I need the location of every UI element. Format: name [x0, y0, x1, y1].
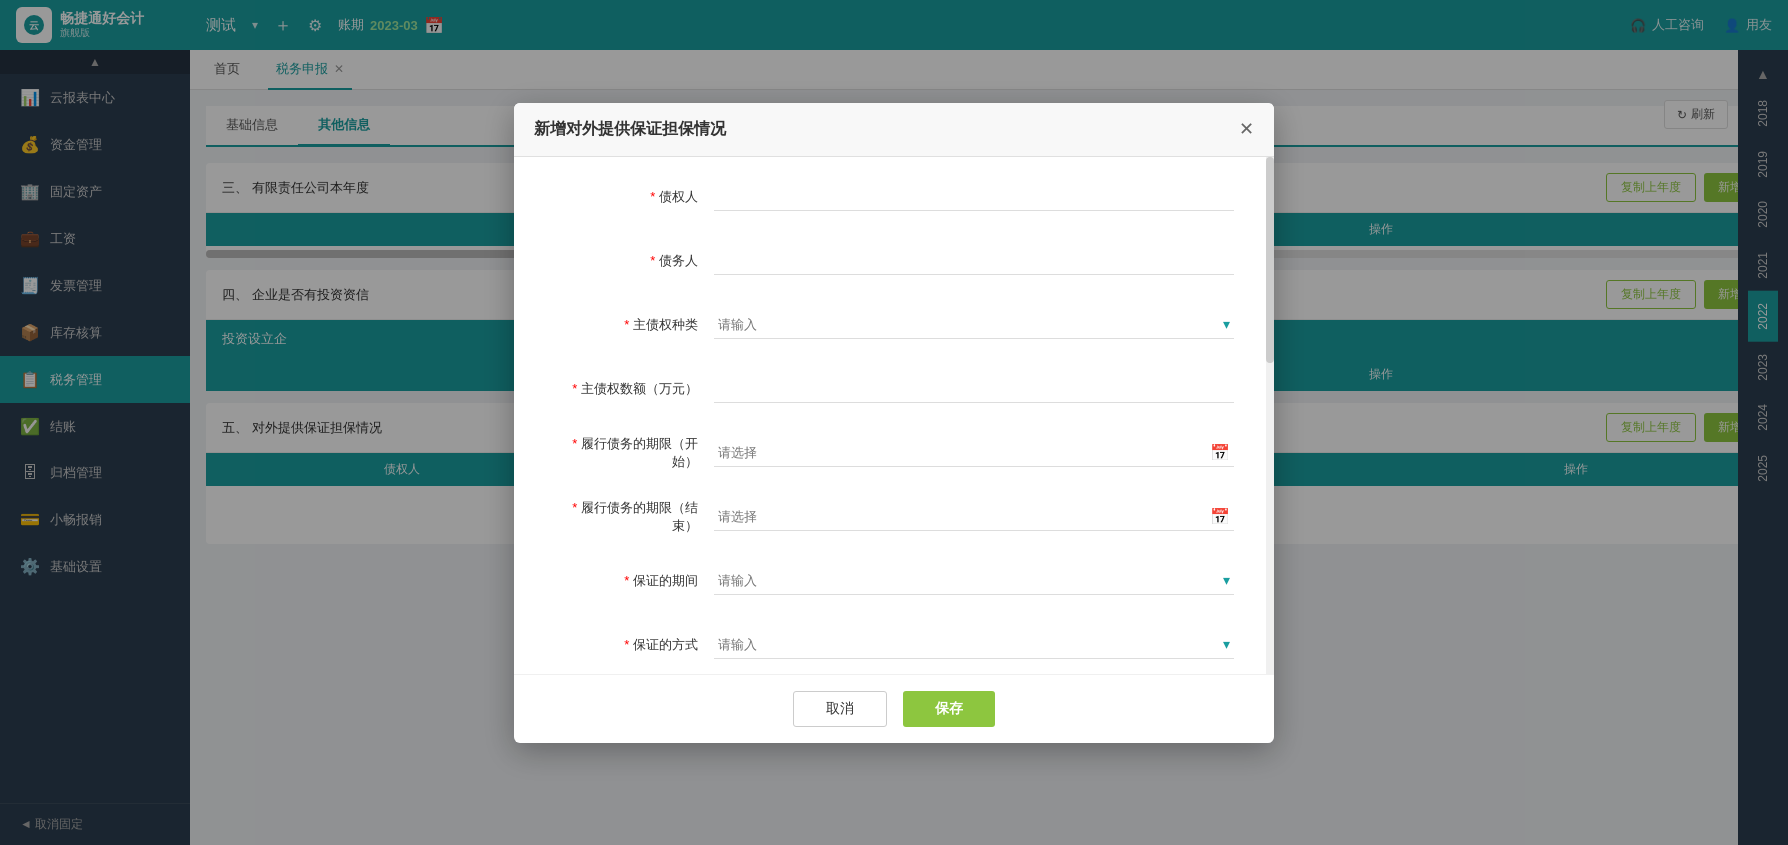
- label-baozheng-way: * 保证的方式: [554, 636, 714, 654]
- input-zhaiwuren[interactable]: [714, 247, 1234, 275]
- form-row-lvxing-start: * 履行债务的期限（开始） 📅: [554, 433, 1234, 473]
- dialog-body: * 债权人 * 债务人 * 主债权种: [514, 157, 1274, 674]
- save-button[interactable]: 保存: [903, 691, 995, 727]
- dialog-footer: 取消 保存: [514, 674, 1274, 743]
- input-zhuzhaiquanshue[interactable]: [714, 375, 1234, 403]
- select-wrapper-zhuzhaiquanzhonglei: ▾: [714, 311, 1234, 339]
- form-row-zhuzhaiquanzhonglei: * 主债权种类 ▾: [554, 305, 1234, 345]
- input-zhaiquanren[interactable]: [714, 183, 1234, 211]
- form-row-zhuzhaiquanshue: * 主债权数额（万元）: [554, 369, 1234, 409]
- label-zhuzhaiquanzhonglei: * 主债权种类: [554, 316, 714, 334]
- form-row-zhaiquanren: * 债权人: [554, 177, 1234, 217]
- dialog-body-wrapper: * 债权人 * 债务人 * 主债权种: [514, 157, 1274, 674]
- label-lvxing-end: * 履行债务的期限（结束）: [554, 499, 714, 535]
- label-zhaiwuren: * 债务人: [554, 252, 714, 270]
- date-input-lvxing-end[interactable]: [714, 503, 1206, 530]
- form-row-baozheng-period: * 保证的期间 ▾: [554, 561, 1234, 601]
- label-baozheng-period: * 保证的期间: [554, 572, 714, 590]
- dialog-scrollbar-thumb: [1266, 157, 1274, 364]
- form-row-lvxing-end: * 履行债务的期限（结束） 📅: [554, 497, 1234, 537]
- chevron-down-icon-baozheng-period[interactable]: ▾: [1219, 568, 1234, 592]
- label-zhaiquanren: * 债权人: [554, 188, 714, 206]
- date-wrapper-lvxing-end: 📅: [714, 503, 1234, 531]
- dialog-scrollbar-track[interactable]: [1266, 157, 1274, 674]
- select-baozheng-period[interactable]: [714, 567, 1219, 594]
- form-row-zhaiwuren: * 债务人: [554, 241, 1234, 281]
- dialog-close-button[interactable]: ✕: [1239, 120, 1254, 138]
- select-wrapper-baozheng-period: ▾: [714, 567, 1234, 595]
- dialog-overlay: 新增对外提供保证担保情况 ✕ * 债权人 * 债务人: [0, 0, 1788, 845]
- select-wrapper-baozheng-way: ▾: [714, 631, 1234, 659]
- chevron-down-icon-zhuzhaiquanzhonglei[interactable]: ▾: [1219, 312, 1234, 336]
- form-row-baozheng-way: * 保证的方式 ▾: [554, 625, 1234, 665]
- calendar-icon-start[interactable]: 📅: [1206, 439, 1234, 466]
- calendar-icon-end[interactable]: 📅: [1206, 503, 1234, 530]
- dialog: 新增对外提供保证担保情况 ✕ * 债权人 * 债务人: [514, 103, 1274, 743]
- select-zhuzhaiquanzhonglei[interactable]: [714, 311, 1219, 338]
- select-baozheng-way[interactable]: [714, 631, 1219, 658]
- date-wrapper-lvxing-start: 📅: [714, 439, 1234, 467]
- label-zhuzhaiquanshue: * 主债权数额（万元）: [554, 380, 714, 398]
- date-input-lvxing-start[interactable]: [714, 439, 1206, 466]
- chevron-down-icon-baozheng-way[interactable]: ▾: [1219, 632, 1234, 656]
- label-lvxing-start: * 履行债务的期限（开始）: [554, 435, 714, 471]
- cancel-button[interactable]: 取消: [793, 691, 887, 727]
- dialog-header: 新增对外提供保证担保情况 ✕: [514, 103, 1274, 157]
- dialog-title: 新增对外提供保证担保情况: [534, 119, 726, 140]
